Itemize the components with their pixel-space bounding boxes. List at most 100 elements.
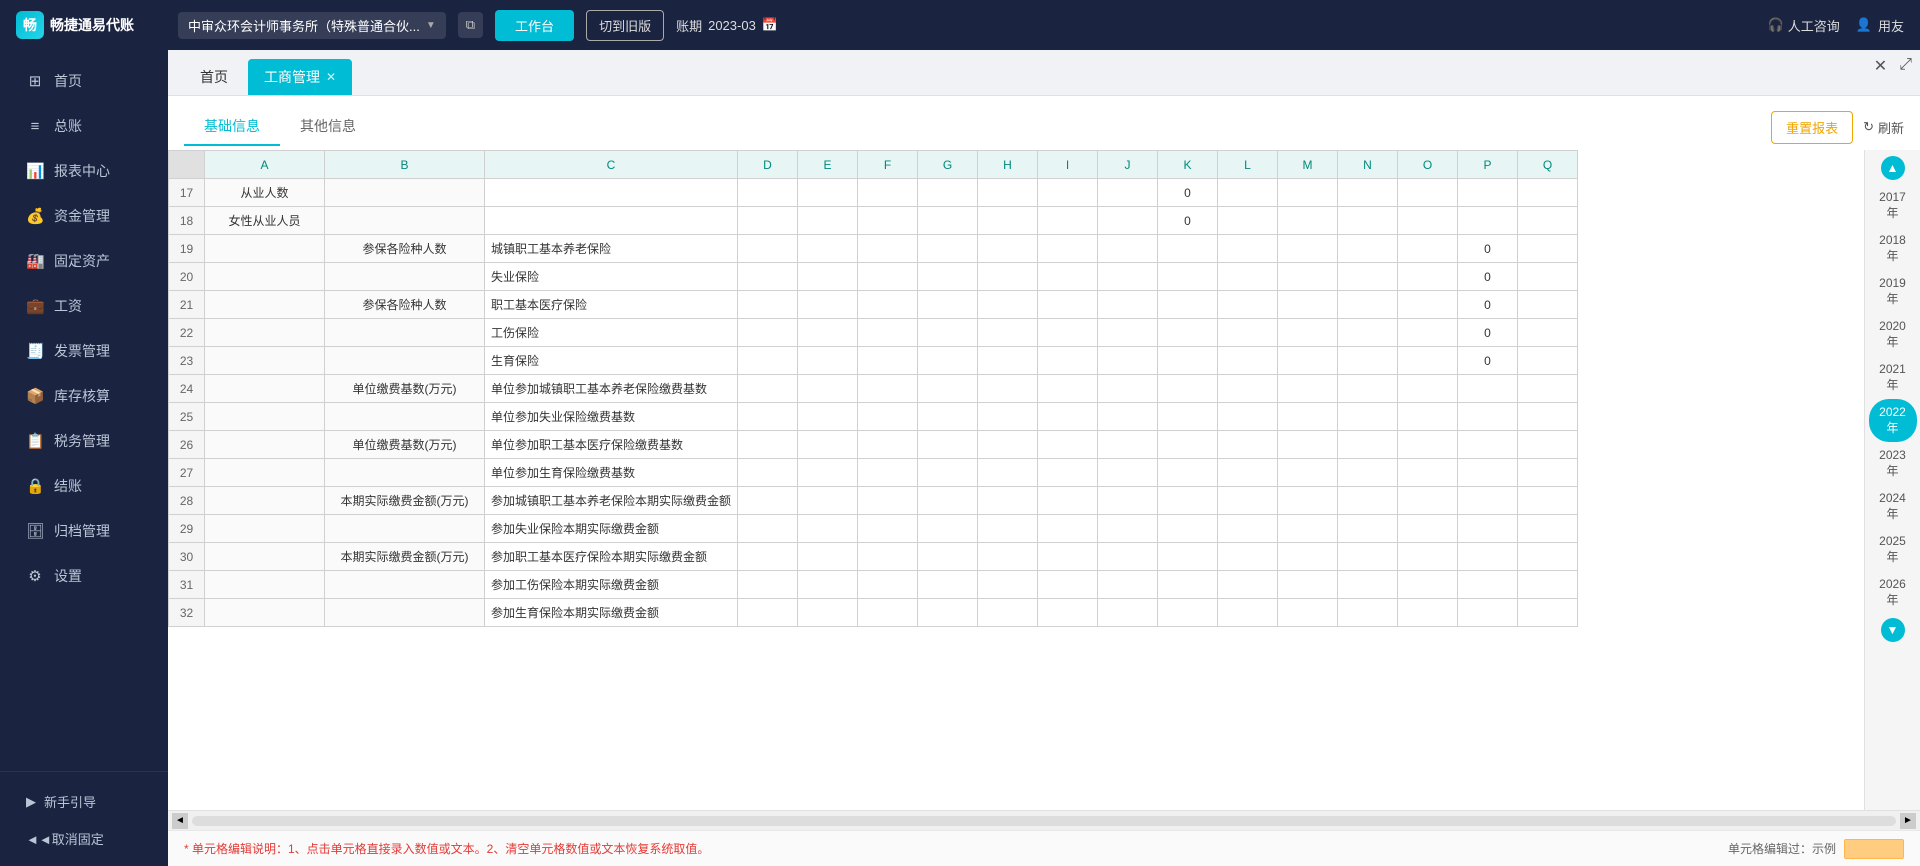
tab-close-icon[interactable]: ✕ <box>326 70 336 84</box>
cell-col-g[interactable] <box>918 263 978 291</box>
cell-col-c[interactable]: 单位参加生育保险缴费基数 <box>485 459 738 487</box>
cell-col-p[interactable] <box>1458 515 1518 543</box>
cell-col-d[interactable] <box>738 459 798 487</box>
cell-col-d[interactable] <box>738 207 798 235</box>
cell-col-a[interactable] <box>205 515 325 543</box>
cell-col-a[interactable] <box>205 235 325 263</box>
cell-col-c[interactable]: 单位参加职工基本医疗保险缴费基数 <box>485 431 738 459</box>
cell-col-h[interactable] <box>978 347 1038 375</box>
cell-col-m[interactable] <box>1278 179 1338 207</box>
cell-col-e[interactable] <box>798 207 858 235</box>
cell-col-g[interactable] <box>918 207 978 235</box>
cell-col-p[interactable]: 0 <box>1458 235 1518 263</box>
cell-col-q[interactable] <box>1518 179 1578 207</box>
col-header-P[interactable]: P <box>1458 151 1518 179</box>
cell-col-p[interactable] <box>1458 403 1518 431</box>
cell-col-b[interactable] <box>325 319 485 347</box>
expand-panel-icon[interactable]: ⤢ <box>1899 56 1912 76</box>
cell-col-a[interactable] <box>205 487 325 515</box>
cell-col-p[interactable] <box>1458 599 1518 627</box>
col-header-A[interactable]: A <box>205 151 325 179</box>
cell-col-q[interactable] <box>1518 403 1578 431</box>
cell-col-a[interactable] <box>205 599 325 627</box>
cell-col-n[interactable] <box>1338 431 1398 459</box>
cell-col-o[interactable] <box>1398 403 1458 431</box>
cell-col-l[interactable] <box>1218 515 1278 543</box>
cell-col-h[interactable] <box>978 431 1038 459</box>
cell-col-b[interactable] <box>325 515 485 543</box>
cell-col-e[interactable] <box>798 263 858 291</box>
cell-col-h[interactable] <box>978 375 1038 403</box>
cell-col-f[interactable] <box>858 291 918 319</box>
cell-col-h[interactable] <box>978 459 1038 487</box>
cell-col-c[interactable]: 生育保险 <box>485 347 738 375</box>
sidebar-item-archive[interactable]: 🗄 归档管理 <box>6 509 162 553</box>
cell-col-e[interactable] <box>798 459 858 487</box>
cell-col-c[interactable]: 参加工伤保险本期实际缴费金额 <box>485 571 738 599</box>
cell-col-n[interactable] <box>1338 291 1398 319</box>
cell-col-k[interactable] <box>1158 431 1218 459</box>
cell-col-a[interactable]: 女性从业人员 <box>205 207 325 235</box>
old-version-button[interactable]: 切到旧版 <box>586 10 664 41</box>
cell-col-b[interactable] <box>325 599 485 627</box>
cell-col-h[interactable] <box>978 235 1038 263</box>
cell-col-l[interactable] <box>1218 431 1278 459</box>
cell-col-p[interactable] <box>1458 459 1518 487</box>
cell-col-n[interactable] <box>1338 179 1398 207</box>
cell-col-p[interactable]: 0 <box>1458 319 1518 347</box>
cell-col-g[interactable] <box>918 235 978 263</box>
year-item[interactable]: 2026年 <box>1869 571 1917 614</box>
cell-col-e[interactable] <box>798 543 858 571</box>
cell-col-d[interactable] <box>738 347 798 375</box>
cell-col-j[interactable] <box>1098 403 1158 431</box>
cell-col-p[interactable] <box>1458 571 1518 599</box>
cell-col-k[interactable] <box>1158 263 1218 291</box>
year-item[interactable]: 2025年 <box>1869 528 1917 571</box>
cell-col-p[interactable]: 0 <box>1458 291 1518 319</box>
company-selector[interactable]: 中审众环会计师事务所（特殊普通合伙... ▼ <box>178 12 446 39</box>
cell-col-i[interactable] <box>1038 403 1098 431</box>
cell-col-i[interactable] <box>1038 291 1098 319</box>
refresh-button[interactable]: ↻ 刷新 <box>1863 118 1904 137</box>
cell-col-k[interactable]: 0 <box>1158 179 1218 207</box>
cell-col-f[interactable] <box>858 403 918 431</box>
cell-col-m[interactable] <box>1278 291 1338 319</box>
col-header-L[interactable]: L <box>1218 151 1278 179</box>
cell-col-p[interactable]: 0 <box>1458 347 1518 375</box>
cell-col-q[interactable] <box>1518 375 1578 403</box>
sidebar-item-invoice[interactable]: 🧾 发票管理 <box>6 329 162 373</box>
cell-col-j[interactable] <box>1098 571 1158 599</box>
cell-col-q[interactable] <box>1518 543 1578 571</box>
cell-col-l[interactable] <box>1218 403 1278 431</box>
cell-col-n[interactable] <box>1338 487 1398 515</box>
cell-col-h[interactable] <box>978 403 1038 431</box>
cell-col-f[interactable] <box>858 515 918 543</box>
cell-col-p[interactable] <box>1458 431 1518 459</box>
year-item[interactable]: 2023年 <box>1869 442 1917 485</box>
cell-col-f[interactable] <box>858 263 918 291</box>
cell-col-f[interactable] <box>858 347 918 375</box>
cell-col-k[interactable] <box>1158 543 1218 571</box>
cell-col-j[interactable] <box>1098 431 1158 459</box>
cell-col-b[interactable] <box>325 263 485 291</box>
cell-col-q[interactable] <box>1518 487 1578 515</box>
cell-col-m[interactable] <box>1278 431 1338 459</box>
cell-col-h[interactable] <box>978 571 1038 599</box>
cell-col-c[interactable]: 参加失业保险本期实际缴费金额 <box>485 515 738 543</box>
cell-col-c[interactable]: 工伤保险 <box>485 319 738 347</box>
cell-col-k[interactable] <box>1158 291 1218 319</box>
cell-col-q[interactable] <box>1518 515 1578 543</box>
cell-col-j[interactable] <box>1098 263 1158 291</box>
year-item[interactable]: 2022年 <box>1869 399 1917 442</box>
cell-col-m[interactable] <box>1278 515 1338 543</box>
cell-col-l[interactable] <box>1218 571 1278 599</box>
cell-col-k[interactable]: 0 <box>1158 207 1218 235</box>
cell-col-o[interactable] <box>1398 599 1458 627</box>
cell-col-b[interactable]: 本期实际缴费金额(万元) <box>325 543 485 571</box>
cell-col-a[interactable] <box>205 347 325 375</box>
cell-col-b[interactable]: 单位缴费基数(万元) <box>325 431 485 459</box>
cell-col-b[interactable] <box>325 207 485 235</box>
cell-col-k[interactable] <box>1158 599 1218 627</box>
cancel-fix-button[interactable]: ◄◄取消固定 <box>6 821 162 856</box>
col-header-F[interactable]: F <box>858 151 918 179</box>
